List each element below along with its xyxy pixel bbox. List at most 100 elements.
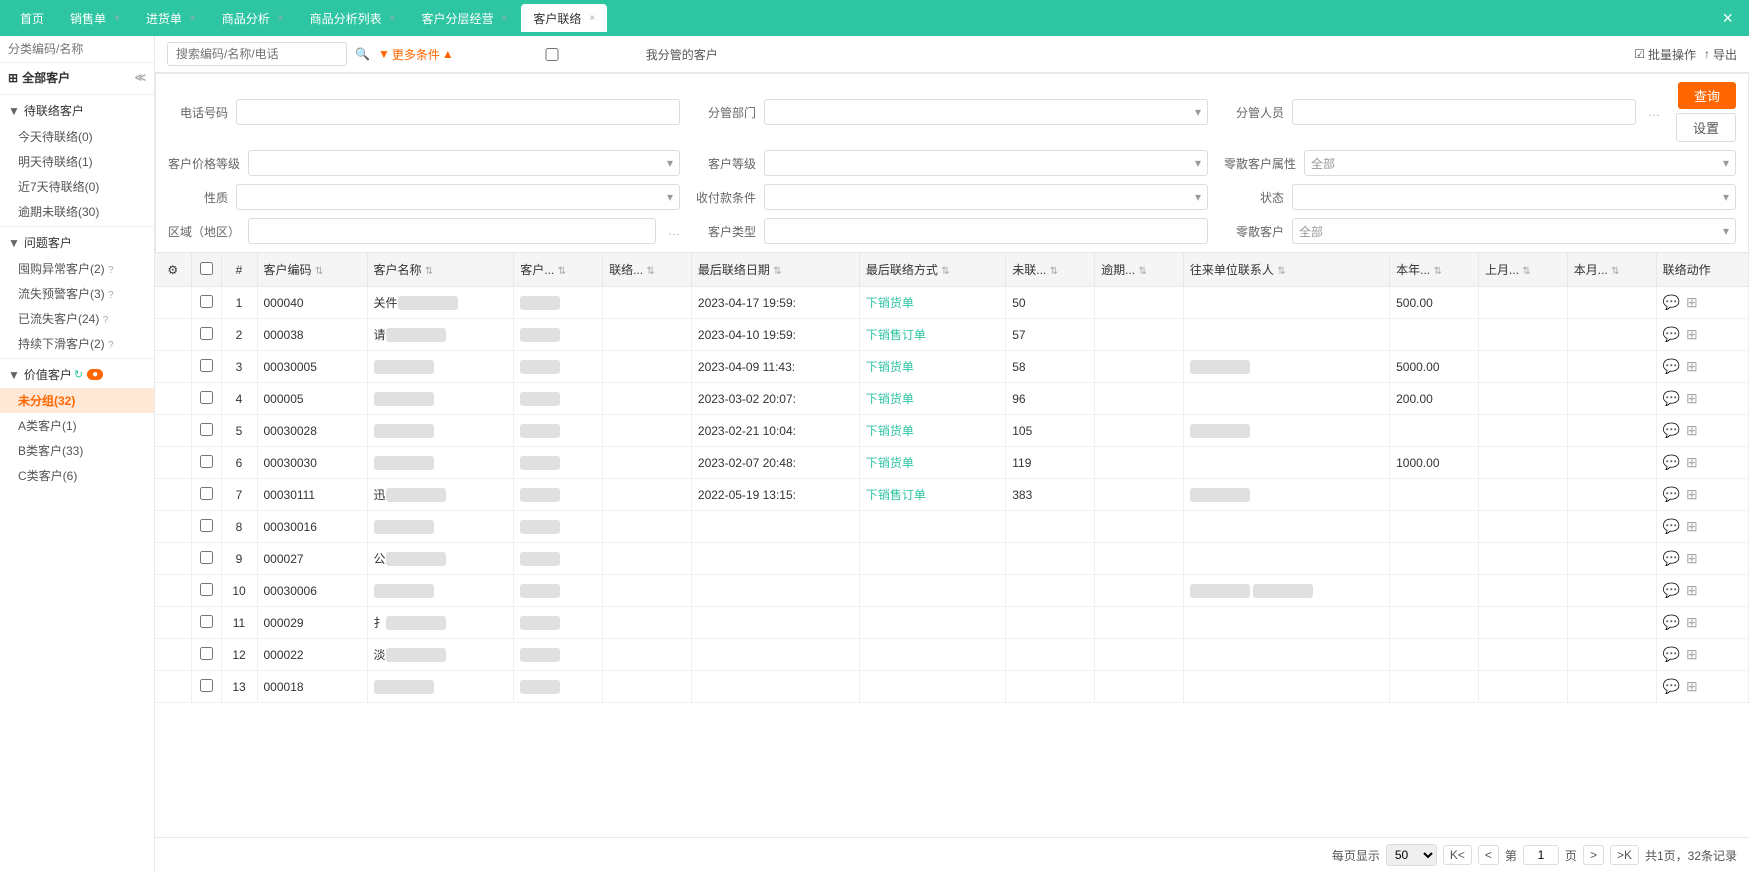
th-code[interactable]: 客户编码 ⇅ bbox=[257, 253, 367, 287]
last-contact-method-link[interactable]: 下销货单 bbox=[866, 424, 914, 438]
message-icon[interactable]: 💬 bbox=[1663, 614, 1680, 631]
close-customer-contact-tab[interactable]: × bbox=[589, 13, 595, 24]
th-this-month[interactable]: 本月... ⇅ bbox=[1567, 253, 1656, 287]
row-checkbox[interactable] bbox=[200, 615, 213, 628]
row-checkbox[interactable] bbox=[200, 487, 213, 500]
message-icon[interactable]: 💬 bbox=[1663, 486, 1680, 503]
th-not-contacted[interactable]: 未联... ⇅ bbox=[1006, 253, 1095, 287]
sidebar-item-churn-warning[interactable]: 流失预警客户(3) ? bbox=[0, 281, 154, 306]
close-product-analysis-tab[interactable]: × bbox=[278, 13, 284, 24]
last-contact-method-link[interactable]: 下销货单 bbox=[866, 456, 914, 470]
row-checkbox[interactable] bbox=[200, 423, 213, 436]
my-customers-checkbox[interactable] bbox=[462, 48, 642, 61]
td-check[interactable] bbox=[191, 607, 221, 639]
td-check[interactable] bbox=[191, 575, 221, 607]
th-name[interactable]: 客户名称 ⇅ bbox=[367, 253, 514, 287]
sidebar-group-pending[interactable]: ▼ 待联络客户 bbox=[0, 97, 154, 124]
grid-action-icon[interactable]: ⊞ bbox=[1686, 358, 1698, 375]
tab-customer-segmentation[interactable]: 客户分层经营 × bbox=[409, 4, 519, 32]
export-btn[interactable]: ↑ 导出 bbox=[1704, 46, 1737, 63]
setting-icon[interactable]: ⚙ bbox=[167, 263, 178, 277]
grid-action-icon[interactable]: ⊞ bbox=[1686, 550, 1698, 567]
sidebar-item-7days[interactable]: 近7天待联络(0) bbox=[0, 174, 154, 199]
region-dots[interactable]: … bbox=[668, 224, 680, 238]
row-checkbox[interactable] bbox=[200, 519, 213, 532]
th-setting[interactable]: ⚙ bbox=[155, 253, 191, 287]
grid-action-icon[interactable]: ⊞ bbox=[1686, 390, 1698, 407]
td-check[interactable] bbox=[191, 639, 221, 671]
th-contact[interactable]: 联络... ⇅ bbox=[603, 253, 692, 287]
close-sales-tab[interactable]: × bbox=[114, 13, 120, 24]
all-customers-header[interactable]: ⊞ 全部客户 ≪ bbox=[0, 63, 154, 92]
batch-op-btn[interactable]: ☑ 批量操作 bbox=[1634, 46, 1696, 63]
next-page-btn[interactable]: > bbox=[1583, 845, 1604, 865]
close-product-analysis-list-tab[interactable]: × bbox=[390, 13, 396, 24]
th-company-contact[interactable]: 往来单位联系人 ⇅ bbox=[1183, 253, 1389, 287]
row-checkbox[interactable] bbox=[200, 679, 213, 692]
page-input[interactable] bbox=[1523, 845, 1559, 865]
tab-product-analysis-list[interactable]: 商品分析列表 × bbox=[298, 4, 408, 32]
tab-purchase[interactable]: 进货单 × bbox=[134, 4, 208, 32]
region-input[interactable] bbox=[248, 218, 656, 244]
message-icon[interactable]: 💬 bbox=[1663, 678, 1680, 695]
th-this-year[interactable]: 本年... ⇅ bbox=[1390, 253, 1479, 287]
th-customer-type[interactable]: 客户... ⇅ bbox=[514, 253, 603, 287]
message-icon[interactable]: 💬 bbox=[1663, 358, 1680, 375]
payment-select[interactable]: ▾ bbox=[764, 184, 1208, 210]
td-check[interactable] bbox=[191, 511, 221, 543]
tab-sales[interactable]: 销售单 × bbox=[58, 4, 132, 32]
th-overdue[interactable]: 逾期... ⇅ bbox=[1095, 253, 1184, 287]
row-checkbox[interactable] bbox=[200, 327, 213, 340]
row-checkbox[interactable] bbox=[200, 391, 213, 404]
last-page-btn[interactable]: >K bbox=[1610, 845, 1639, 865]
prev-page-btn[interactable]: < bbox=[1478, 845, 1499, 865]
grid-action-icon[interactable]: ⊞ bbox=[1686, 518, 1698, 535]
th-last-contact-method[interactable]: 最后联络方式 ⇅ bbox=[859, 253, 1005, 287]
sidebar-item-churned[interactable]: 已流失客户(24) ? bbox=[0, 306, 154, 331]
sidebar-item-abnormal[interactable]: 囤购异常客户(2) ? bbox=[0, 256, 154, 281]
sidebar-group-problem[interactable]: ▼ 问题客户 bbox=[0, 229, 154, 256]
search-icon[interactable]: 🔍 bbox=[355, 47, 370, 61]
sidebar-item-overdue[interactable]: 逾期未联络(30) bbox=[0, 199, 154, 224]
row-checkbox[interactable] bbox=[200, 583, 213, 596]
td-check[interactable] bbox=[191, 415, 221, 447]
last-contact-method-link[interactable]: 下销货单 bbox=[866, 296, 914, 310]
close-all-tabs[interactable]: × bbox=[1714, 8, 1741, 29]
reset-button[interactable]: 设置 bbox=[1676, 113, 1736, 142]
message-icon[interactable]: 💬 bbox=[1663, 454, 1680, 471]
sidebar-item-declining[interactable]: 持续下滑客户(2) ? bbox=[0, 331, 154, 356]
td-check[interactable] bbox=[191, 319, 221, 351]
td-check[interactable] bbox=[191, 543, 221, 575]
phone-input[interactable] bbox=[236, 99, 680, 125]
row-checkbox[interactable] bbox=[200, 647, 213, 660]
message-icon[interactable]: 💬 bbox=[1663, 294, 1680, 311]
nature-select[interactable]: ▾ bbox=[236, 184, 680, 210]
sidebar-search-input[interactable] bbox=[8, 42, 155, 56]
grid-action-icon[interactable]: ⊞ bbox=[1686, 454, 1698, 471]
status-select[interactable]: ▾ bbox=[1292, 184, 1736, 210]
grid-action-icon[interactable]: ⊞ bbox=[1686, 486, 1698, 503]
message-icon[interactable]: 💬 bbox=[1663, 518, 1680, 535]
tab-home[interactable]: 首页 bbox=[8, 4, 56, 32]
td-check[interactable] bbox=[191, 671, 221, 703]
more-conditions-btn[interactable]: ▼ 更多条件 ▲ bbox=[378, 46, 454, 63]
tab-customer-contact[interactable]: 客户联络 × bbox=[521, 4, 607, 32]
grid-action-icon[interactable]: ⊞ bbox=[1686, 294, 1698, 311]
row-checkbox[interactable] bbox=[200, 295, 213, 308]
td-check[interactable] bbox=[191, 479, 221, 511]
th-check[interactable] bbox=[191, 253, 221, 287]
first-page-btn[interactable]: K< bbox=[1443, 845, 1472, 865]
customer-level-select[interactable]: ▾ bbox=[764, 150, 1208, 176]
last-contact-method-link[interactable]: 下销货单 bbox=[866, 360, 914, 374]
td-check[interactable] bbox=[191, 287, 221, 319]
close-customer-segmentation-tab[interactable]: × bbox=[501, 13, 507, 24]
last-contact-method-link[interactable]: 下销货单 bbox=[866, 392, 914, 406]
sidebar-collapse-btn[interactable]: ≪ bbox=[134, 71, 146, 84]
refresh-icon[interactable]: ↻ bbox=[74, 368, 83, 381]
row-checkbox[interactable] bbox=[200, 359, 213, 372]
td-check[interactable] bbox=[191, 447, 221, 479]
last-contact-method-link[interactable]: 下销售订单 bbox=[866, 488, 926, 502]
manager-dots[interactable]: … bbox=[1648, 105, 1660, 119]
message-icon[interactable]: 💬 bbox=[1663, 390, 1680, 407]
my-customers-toggle[interactable]: 我分管的客户 bbox=[462, 46, 718, 63]
